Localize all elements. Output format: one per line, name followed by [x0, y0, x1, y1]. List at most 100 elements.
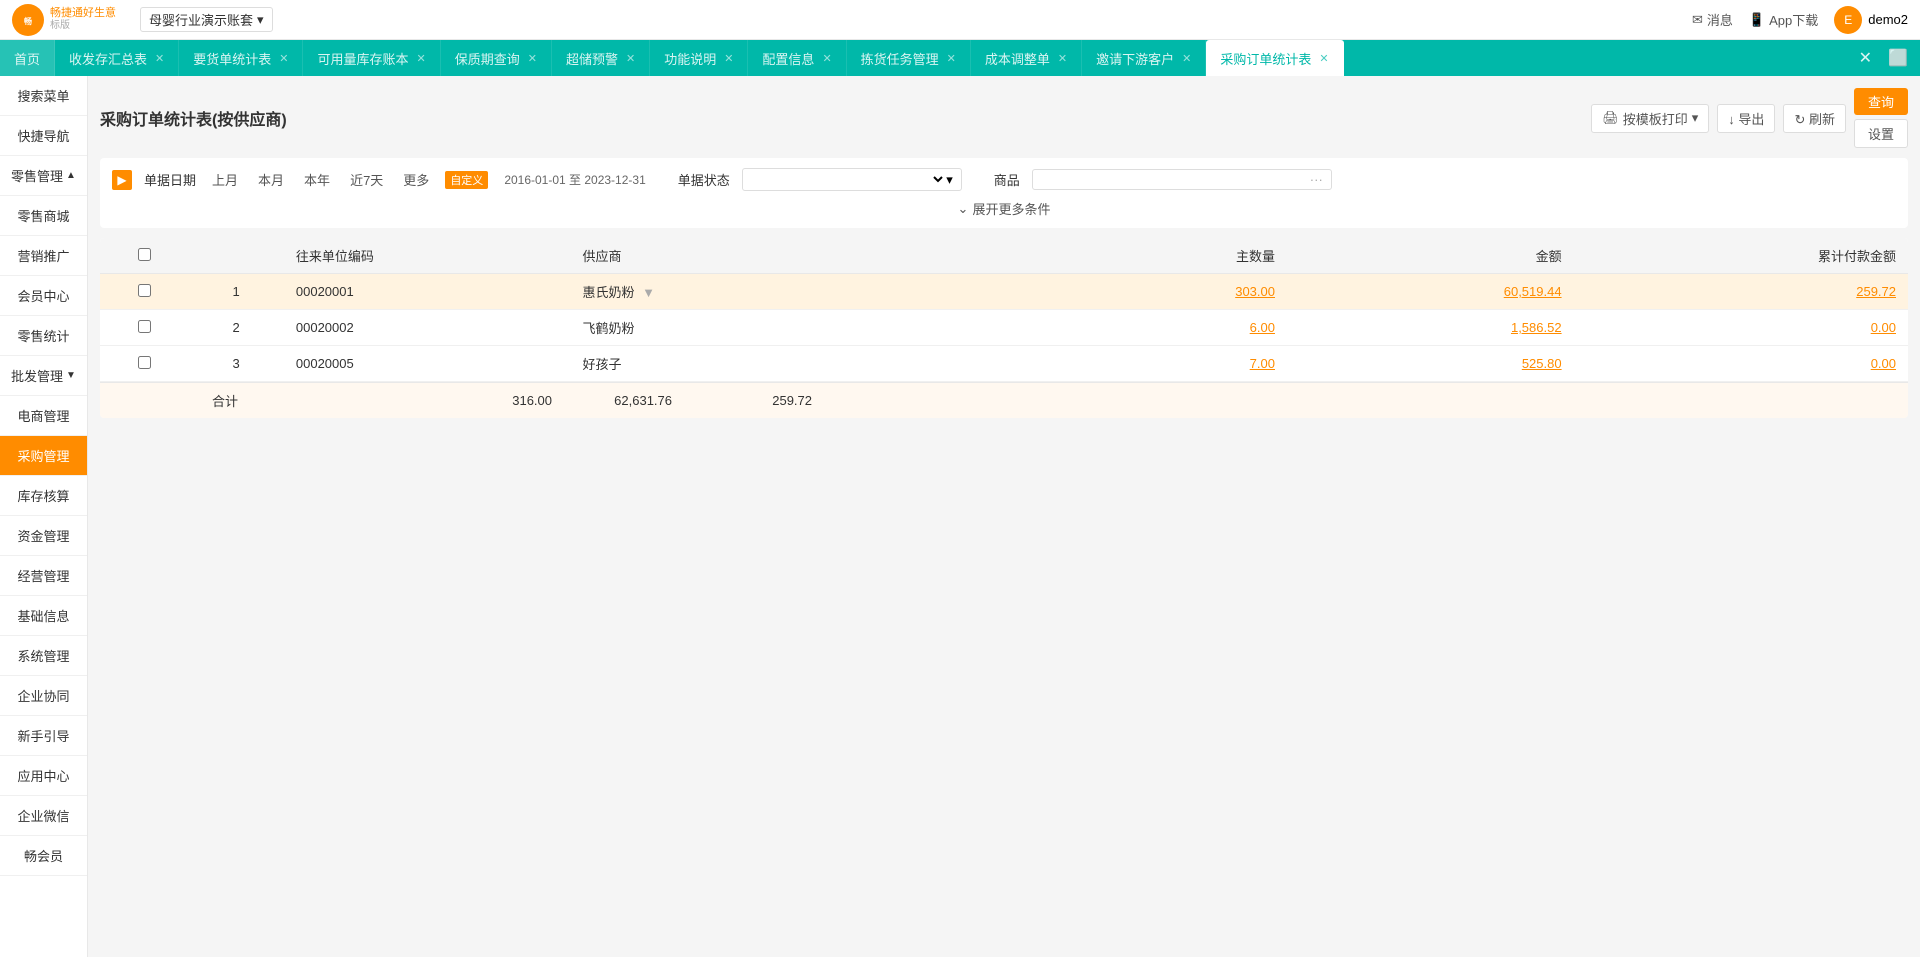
qty-link[interactable]: 303.00	[1235, 284, 1275, 299]
paid-link[interactable]: 259.72	[1856, 284, 1896, 299]
sidebar-item-marketing[interactable]: 营销推广	[0, 236, 87, 276]
row-code-cell: 00020005	[284, 346, 571, 382]
tab-purchase-summary[interactable]: 采购订单统计表 ✕	[1206, 40, 1343, 76]
row-no-cell: 3	[188, 346, 284, 382]
qty-link[interactable]: 7.00	[1250, 356, 1275, 371]
arrow-up-icon: ▲	[66, 170, 76, 181]
close-tab-icon[interactable]: ✕	[947, 52, 956, 65]
close-tab-icon[interactable]: ✕	[528, 52, 537, 65]
sidebar: 搜索菜单 快捷导航 零售管理 ▲ 零售商城 营销推广 会员中心 零售统计 批发管…	[0, 76, 88, 957]
close-tab-icon[interactable]: ✕	[822, 52, 831, 65]
expand-more-button[interactable]: ⌄ 展开更多条件	[112, 199, 1896, 218]
sidebar-item-retail-stats[interactable]: 零售统计	[0, 316, 87, 356]
tab-cost-adjust[interactable]: 成本调整单 ✕	[971, 40, 1082, 76]
amount-link[interactable]: 1,586.52	[1511, 320, 1562, 335]
settings-button[interactable]: 设置	[1854, 119, 1908, 148]
user-area[interactable]: E demo2	[1834, 6, 1908, 34]
expand-row-icon[interactable]: ▼	[642, 285, 655, 300]
page-header: 采购订单统计表(按供应商) 🖨 按模板打印 ▾ ↓ 导出 ↻ 刷新 查询 设置	[100, 88, 1908, 148]
row-checkbox-cell	[100, 274, 188, 310]
status-label: 单据状态	[678, 170, 730, 189]
paid-link[interactable]: 0.00	[1871, 320, 1896, 335]
tab-warranty-query[interactable]: 保质期查询 ✕	[441, 40, 552, 76]
goods-more-icon[interactable]: ···	[1310, 172, 1323, 187]
refresh-button[interactable]: ↻ 刷新	[1783, 104, 1846, 133]
date-shortcut-this-year[interactable]: 本年	[300, 169, 334, 190]
avatar: E	[1834, 6, 1862, 34]
sidebar-item-system[interactable]: 系统管理	[0, 636, 87, 676]
tab-invite-downstream[interactable]: 邀请下游客户 ✕	[1082, 40, 1206, 76]
close-tab-icon[interactable]: ✕	[1058, 52, 1067, 65]
filter-toggle-button[interactable]: ▶	[112, 170, 132, 190]
date-shortcut-more[interactable]: 更多	[399, 169, 433, 190]
sidebar-item-basic-info[interactable]: 基础信息	[0, 596, 87, 636]
sidebar-item-vip[interactable]: 畅会员	[0, 836, 87, 876]
message-button[interactable]: ✉ 消息	[1692, 10, 1733, 29]
qty-link[interactable]: 6.00	[1250, 320, 1275, 335]
sidebar-item-wholesale[interactable]: 批发管理 ▼	[0, 356, 87, 396]
date-shortcut-last-month[interactable]: 上月	[208, 169, 242, 190]
page-title: 采购订单统计表(按供应商)	[100, 106, 287, 130]
sidebar-item-purchase[interactable]: 采购管理	[0, 436, 87, 476]
row-checkbox[interactable]	[138, 320, 151, 333]
sidebar-item-retail-mall[interactable]: 零售商城	[0, 196, 87, 236]
close-tab-icon[interactable]: ✕	[1182, 52, 1191, 65]
close-tab-icon[interactable]: ✕	[279, 52, 288, 65]
sidebar-item-quick-nav[interactable]: 快捷导航	[0, 116, 87, 156]
logo-area: 畅 畅捷通好生意 标版	[12, 4, 116, 36]
row-paid-cell: 0.00	[1574, 346, 1908, 382]
sidebar-item-retail[interactable]: 零售管理 ▲	[0, 156, 87, 196]
sidebar-item-stock[interactable]: 库存核算	[0, 476, 87, 516]
close-tab-icon[interactable]: ✕	[155, 52, 164, 65]
row-checkbox[interactable]	[138, 284, 151, 297]
sidebar-item-guide[interactable]: 新手引导	[0, 716, 87, 756]
sidebar-item-search[interactable]: 搜索菜单	[0, 76, 87, 116]
tab-function-desc[interactable]: 功能说明 ✕	[650, 40, 748, 76]
tab-picking-task[interactable]: 拣货任务管理 ✕	[847, 40, 971, 76]
sidebar-item-wechat[interactable]: 企业微信	[0, 796, 87, 836]
tab-available-stock[interactable]: 可用量库存账本 ✕	[303, 40, 440, 76]
maximize-icon[interactable]: ⬜	[1884, 48, 1912, 68]
date-shortcut-this-month[interactable]: 本月	[254, 169, 288, 190]
tab-home[interactable]: 首页	[0, 40, 55, 76]
goods-input[interactable]	[1041, 172, 1310, 187]
amount-link[interactable]: 60,519.44	[1504, 284, 1562, 299]
sidebar-item-member[interactable]: 会员中心	[0, 276, 87, 316]
tab-overstock-warning[interactable]: 超储预警 ✕	[552, 40, 650, 76]
close-all-tabs-icon[interactable]: ✕	[1855, 48, 1876, 68]
nav-tabs: 首页 收发存汇总表 ✕ 要货单统计表 ✕ 可用量库存账本 ✕ 保质期查询 ✕ 超…	[0, 40, 1920, 76]
table-row[interactable]: 3 00020005 好孩子 7.00 525.80 0.00	[100, 346, 1908, 382]
amount-link[interactable]: 525.80	[1522, 356, 1562, 371]
close-tab-icon[interactable]: ✕	[724, 52, 733, 65]
paid-link[interactable]: 0.00	[1871, 356, 1896, 371]
row-checkbox-cell	[100, 310, 188, 346]
date-shortcut-7days[interactable]: 近7天	[346, 169, 387, 190]
template-print-button[interactable]: 🖨 按模板打印 ▾	[1591, 104, 1709, 133]
sidebar-item-operation[interactable]: 经营管理	[0, 556, 87, 596]
table-footer: 合计 316.00 62,631.76 259.72	[100, 382, 1908, 418]
sidebar-item-enterprise[interactable]: 企业协同	[0, 676, 87, 716]
sidebar-item-ecommerce[interactable]: 电商管理	[0, 396, 87, 436]
table-row[interactable]: 2 00020002 飞鹤奶粉 6.00 1,586.52 0.00	[100, 310, 1908, 346]
status-select[interactable]	[751, 171, 946, 188]
footer-amount: 62,631.76	[552, 393, 672, 408]
export-button[interactable]: ↓ 导出	[1717, 104, 1775, 133]
date-custom-badge[interactable]: 自定义	[445, 171, 488, 189]
workspace-selector[interactable]: 母婴行业演示账套 ▾	[140, 7, 273, 32]
row-checkbox[interactable]	[138, 356, 151, 369]
sidebar-item-finance[interactable]: 资金管理	[0, 516, 87, 556]
tab-receive-summary[interactable]: 收发存汇总表 ✕	[55, 40, 179, 76]
tab-config-info[interactable]: 配置信息 ✕	[748, 40, 846, 76]
sidebar-item-app-center[interactable]: 应用中心	[0, 756, 87, 796]
tab-requisition-summary[interactable]: 要货单统计表 ✕	[179, 40, 303, 76]
close-tab-icon[interactable]: ✕	[626, 52, 635, 65]
close-tab-icon[interactable]: ✕	[417, 52, 426, 65]
filter-panel: ▶ 单据日期 上月 本月 本年 近7天 更多 自定义 2016-01-01 至 …	[100, 158, 1908, 228]
select-all-checkbox[interactable]	[138, 248, 151, 261]
close-active-tab-icon[interactable]: ✕	[1319, 52, 1328, 65]
row-paid-cell: 259.72	[1574, 274, 1908, 310]
table-row[interactable]: 1 00020001 惠氏奶粉 ▼ 303.00 60,519.44 259.7…	[100, 274, 1908, 310]
footer-label: 合计	[112, 391, 452, 410]
app-download-button[interactable]: 📱 App下载	[1749, 10, 1818, 29]
query-button[interactable]: 查询	[1854, 88, 1908, 115]
